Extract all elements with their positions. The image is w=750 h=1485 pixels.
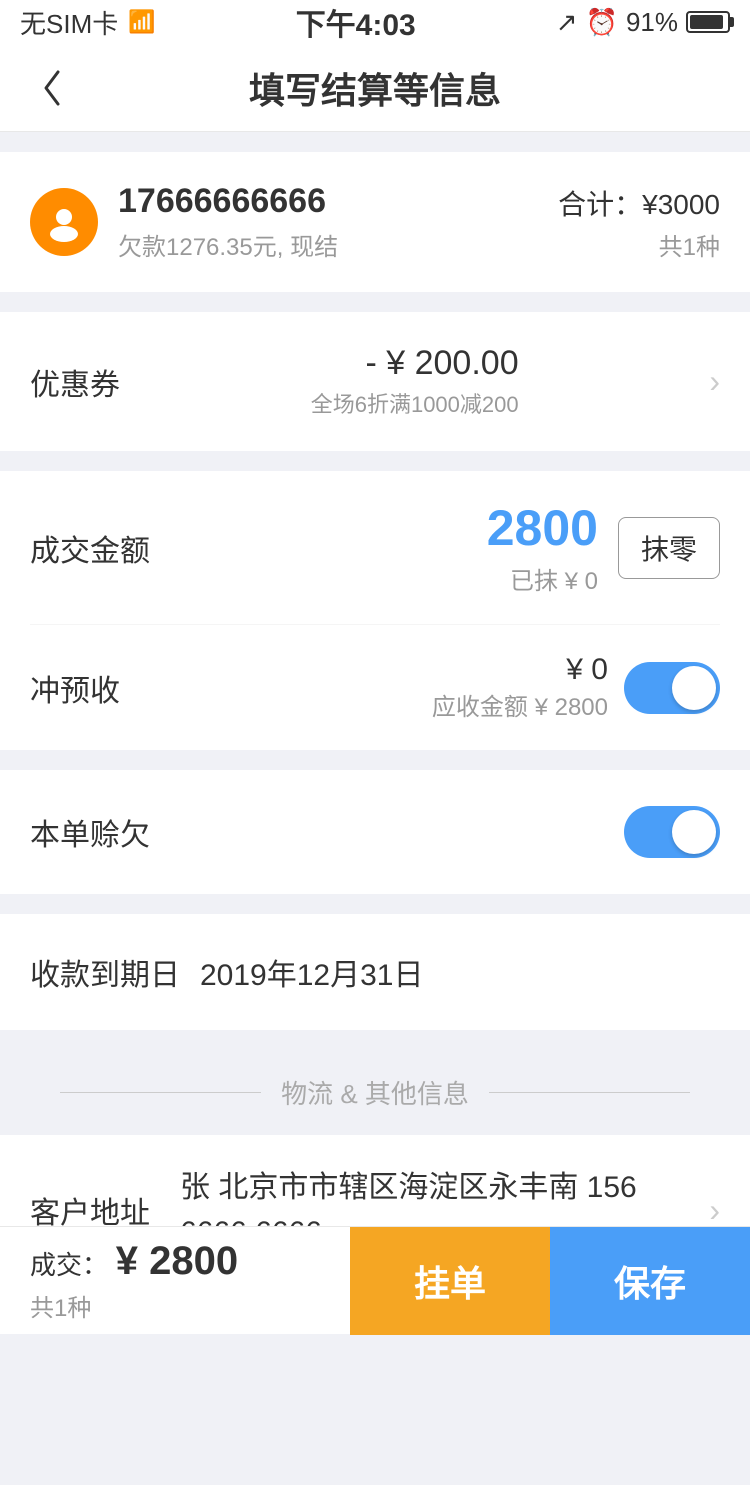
back-button[interactable] bbox=[30, 66, 74, 110]
hang-button[interactable]: 挂单 bbox=[350, 1227, 550, 1335]
logistics-line-left bbox=[60, 1092, 261, 1093]
alarm-icon: ⏰ bbox=[586, 7, 618, 38]
due-date-label: 收款到期日 bbox=[30, 950, 180, 994]
page-title: 填写结算等信息 bbox=[249, 62, 501, 114]
amount-value-block: 2800 已抹 ¥ 0 bbox=[487, 499, 598, 596]
divider-date bbox=[0, 894, 750, 914]
debt-label: 本单赊欠 bbox=[30, 810, 150, 854]
coupon-row[interactable]: 优惠券 - ¥ 200.00 全场6折满1000减200 › bbox=[0, 312, 750, 451]
bottom-deal-row: 成交： ¥ 2800 bbox=[30, 1239, 320, 1284]
amount-sub: 已抹 ¥ 0 bbox=[487, 561, 598, 596]
amount-right: 2800 已抹 ¥ 0 抹零 bbox=[487, 499, 720, 596]
address-chevron-icon: › bbox=[709, 1192, 720, 1229]
location-icon: ↗ bbox=[556, 7, 578, 38]
bottom-amount: ¥ 2800 bbox=[116, 1239, 238, 1283]
prepay-sub: 应收金额 ¥ 2800 bbox=[432, 687, 608, 722]
customer-info: 17666666666 欠款1276.35元, 现结 bbox=[118, 182, 338, 262]
battery-percent: 91% bbox=[626, 7, 678, 38]
total-label: 合计：¥3000 bbox=[558, 183, 720, 223]
due-date-row: 收款到期日 2019年12月31日 bbox=[0, 914, 750, 1030]
battery-icon bbox=[686, 11, 730, 33]
total-count: 共1种 bbox=[558, 227, 720, 262]
status-left: 无SIM卡 📶 bbox=[20, 4, 156, 41]
amount-value: 2800 bbox=[487, 499, 598, 557]
coupon-value: - ¥ 200.00 bbox=[311, 344, 519, 383]
bottom-summary: 成交： ¥ 2800 共1种 bbox=[0, 1239, 350, 1323]
save-button[interactable]: 保存 bbox=[550, 1227, 750, 1335]
bottom-bar: 成交： ¥ 2800 共1种 挂单 保存 bbox=[0, 1226, 750, 1334]
customer-right: 合计：¥3000 共1种 bbox=[558, 183, 720, 262]
coupon-desc: 全场6折满1000减200 bbox=[311, 387, 519, 419]
due-date-value: 2019年12月31日 bbox=[200, 950, 423, 994]
prepay-row: 冲预收 ¥ 0 应收金额 ¥ 2800 bbox=[30, 625, 720, 750]
prepay-toggle[interactable] bbox=[624, 662, 720, 714]
avatar bbox=[30, 188, 98, 256]
divider-coupon bbox=[0, 292, 750, 312]
transaction-amount-row: 成交金额 2800 已抹 ¥ 0 抹零 bbox=[30, 471, 720, 625]
round-zero-button[interactable]: 抹零 bbox=[618, 517, 720, 579]
logistics-line-right bbox=[489, 1092, 690, 1093]
divider-logistics-top bbox=[0, 1030, 750, 1050]
customer-row: 17666666666 欠款1276.35元, 现结 合计：¥3000 共1种 bbox=[30, 182, 720, 262]
prepay-value-block: ¥ 0 应收金额 ¥ 2800 bbox=[432, 653, 608, 722]
amount-section: 成交金额 2800 已抹 ¥ 0 抹零 冲预收 ¥ 0 应收金额 ¥ 2800 bbox=[0, 471, 750, 750]
customer-phone: 17666666666 bbox=[118, 182, 338, 221]
customer-section: 17666666666 欠款1276.35元, 现结 合计：¥3000 共1种 bbox=[0, 152, 750, 292]
status-bar: 无SIM卡 📶 下午4:03 ↗ ⏰ 91% bbox=[0, 0, 750, 44]
prepay-value: ¥ 0 bbox=[432, 653, 608, 687]
customer-left: 17666666666 欠款1276.35元, 现结 bbox=[30, 182, 338, 262]
divider-top bbox=[0, 132, 750, 152]
logistics-divider: 物流 & 其他信息 bbox=[0, 1050, 750, 1135]
amount-label: 成交金额 bbox=[30, 526, 150, 570]
logistics-text: 物流 & 其他信息 bbox=[281, 1074, 469, 1111]
wifi-icon: 📶 bbox=[128, 9, 155, 35]
debt-toggle[interactable] bbox=[624, 806, 720, 858]
coupon-label: 优惠券 bbox=[30, 360, 120, 404]
divider-debt bbox=[0, 750, 750, 770]
debt-row: 本单赊欠 bbox=[0, 770, 750, 894]
debt-toggle-knob bbox=[672, 810, 716, 854]
deal-label: 成交： bbox=[30, 1250, 108, 1280]
prepay-label: 冲预收 bbox=[30, 666, 120, 710]
carrier-text: 无SIM卡 bbox=[20, 4, 118, 41]
status-right: ↗ ⏰ 91% bbox=[556, 7, 730, 38]
chevron-right-icon: › bbox=[709, 363, 720, 400]
toggle-knob bbox=[672, 666, 716, 710]
status-time: 下午4:03 bbox=[296, 0, 416, 44]
coupon-right: - ¥ 200.00 全场6折满1000减200 bbox=[311, 344, 519, 419]
prepay-right: ¥ 0 应收金额 ¥ 2800 bbox=[432, 653, 720, 722]
nav-bar: 填写结算等信息 bbox=[0, 44, 750, 132]
customer-debt: 欠款1276.35元, 现结 bbox=[118, 227, 338, 262]
divider-mid bbox=[0, 451, 750, 471]
bottom-count: 共1种 bbox=[30, 1288, 320, 1323]
